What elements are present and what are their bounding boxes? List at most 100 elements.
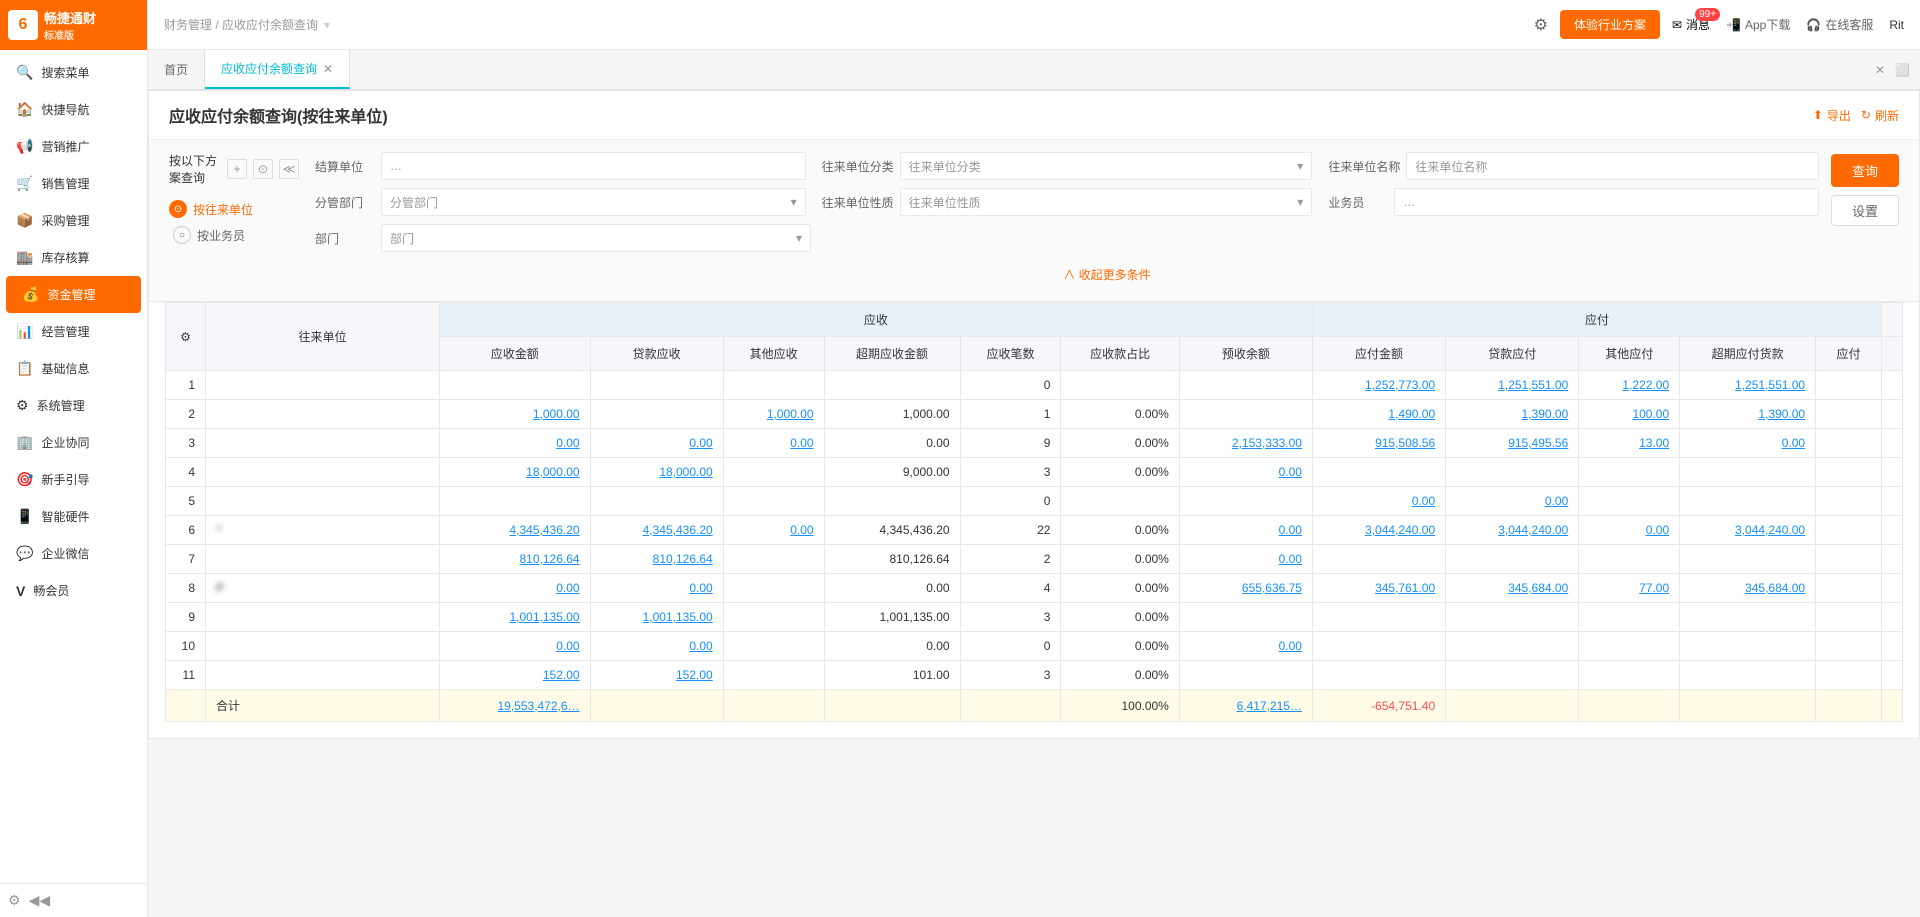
select-partner-nature[interactable]: 往来单位性质 ▾ <box>900 188 1313 216</box>
td-ar-amount[interactable]: 4,345,436.20 <box>439 516 590 545</box>
select-salesman[interactable]: … <box>1394 188 1819 216</box>
online-service-btn[interactable]: 🎧 在线客服 <box>1806 16 1873 33</box>
sidebar-item-marketing[interactable]: 📢 营销推广 <box>0 128 147 165</box>
td-ar-amount[interactable]: 18,000.00 <box>439 458 590 487</box>
td-ap-other[interactable]: 13.00 <box>1579 429 1680 458</box>
td-ap-overdue[interactable]: 1,390.00 <box>1680 400 1816 429</box>
td-ar-amount[interactable] <box>439 487 590 516</box>
td-ap-amount[interactable] <box>1312 603 1445 632</box>
view-method-by-partner[interactable]: ⊙ 按往来单位 <box>169 196 299 222</box>
td-ap-other[interactable]: 1,222.00 <box>1579 371 1680 400</box>
th-settings[interactable]: ⚙ <box>166 303 206 371</box>
td-ap-loan[interactable]: 915,495.56 <box>1446 429 1579 458</box>
td-ar-loan[interactable]: 0.00 <box>590 632 723 661</box>
td-ar-loan[interactable]: 0.00 <box>590 574 723 603</box>
td-ap-other[interactable] <box>1579 487 1680 516</box>
td-ar-loan[interactable] <box>590 400 723 429</box>
td-ar-prepaid[interactable] <box>1179 603 1312 632</box>
td-ar-other[interactable] <box>723 574 824 603</box>
td-ar-other[interactable]: 0.00 <box>723 429 824 458</box>
tab-ar-ap[interactable]: 应收应付余额查询 ✕ <box>205 50 350 89</box>
td-ar-prepaid[interactable]: 2,153,333.00 <box>1179 429 1312 458</box>
sidebar-item-sales[interactable]: 🛒 销售管理 <box>0 165 147 202</box>
td-ar-other[interactable] <box>723 632 824 661</box>
td-ar-prepaid[interactable] <box>1179 371 1312 400</box>
td-ap-other[interactable] <box>1579 545 1680 574</box>
td-ar-loan[interactable]: 152.00 <box>590 661 723 690</box>
td-ap-other[interactable]: 77.00 <box>1579 574 1680 603</box>
td-ap-amount[interactable] <box>1312 458 1445 487</box>
tab-close-icon[interactable]: ✕ <box>323 62 333 76</box>
sidebar-item-inventory[interactable]: 🏬 库存核算 <box>0 239 147 276</box>
td-ap-overdue[interactable]: 3,044,240.00 <box>1680 516 1816 545</box>
td-ap-amount[interactable]: 1,490.00 <box>1312 400 1445 429</box>
td-ar-prepaid[interactable] <box>1179 487 1312 516</box>
select-partner-category[interactable]: 往来单位分类 ▾ <box>900 152 1313 180</box>
td-ar-other[interactable] <box>723 458 824 487</box>
td-ar-prepaid[interactable]: 0.00 <box>1179 632 1312 661</box>
td-ap-overdue[interactable]: 0.00 <box>1680 429 1816 458</box>
td-ar-other[interactable] <box>723 661 824 690</box>
td-ap-loan[interactable] <box>1446 458 1579 487</box>
td-ar-loan[interactable]: 810,126.64 <box>590 545 723 574</box>
sidebar-item-hardware[interactable]: 📱 智能硬件 <box>0 498 147 535</box>
td-ar-amount[interactable] <box>439 371 590 400</box>
view-method-by-staff[interactable]: ○ 按业务员 <box>173 222 299 248</box>
td-ar-amount[interactable]: 810,126.64 <box>439 545 590 574</box>
message-btn[interactable]: ✉ 消息 99+ <box>1672 16 1710 33</box>
td-ar-prepaid[interactable] <box>1179 400 1312 429</box>
add-filter-btn[interactable]: + <box>227 159 247 179</box>
td-ap-amount[interactable] <box>1312 661 1445 690</box>
select-dept[interactable]: 分管部门 ▾ <box>381 188 806 216</box>
td-ap-overdue[interactable] <box>1680 545 1816 574</box>
td-ap-amount[interactable]: 915,508.56 <box>1312 429 1445 458</box>
td-ap-overdue[interactable] <box>1680 487 1816 516</box>
td-ar-other[interactable]: 1,000.00 <box>723 400 824 429</box>
td-ap-overdue[interactable] <box>1680 458 1816 487</box>
collapse-more-btn[interactable]: ∧ 收起更多条件 <box>315 260 1899 289</box>
tab-home[interactable]: 首页 <box>148 50 205 89</box>
collapse-sidebar-btn[interactable]: ◀◀ <box>29 892 51 909</box>
td-ap-loan[interactable] <box>1446 603 1579 632</box>
td-ar-prepaid[interactable]: 0.00 <box>1179 458 1312 487</box>
td-ap-loan[interactable]: 0.00 <box>1446 487 1579 516</box>
td-ap-overdue[interactable] <box>1680 603 1816 632</box>
td-ap-amount[interactable]: 0.00 <box>1312 487 1445 516</box>
query-btn[interactable]: 查询 <box>1831 154 1899 187</box>
td-ar-loan[interactable]: 4,345,436.20 <box>590 516 723 545</box>
td-ap-overdue[interactable]: 345,684.00 <box>1680 574 1816 603</box>
td-ap-overdue[interactable] <box>1680 632 1816 661</box>
sidebar-item-guide[interactable]: 🎯 新手引导 <box>0 461 147 498</box>
sidebar-item-enterprise[interactable]: 🏢 企业协同 <box>0 424 147 461</box>
topbar-gear-icon[interactable]: ⚙ <box>1534 15 1548 35</box>
td-ap-other[interactable] <box>1579 603 1680 632</box>
td-ar-amount[interactable]: 1,000.00 <box>439 400 590 429</box>
sidebar-item-basic[interactable]: 📋 基础信息 <box>0 350 147 387</box>
td-ar-prepaid[interactable]: 0.00 <box>1179 545 1312 574</box>
filter-settings-btn[interactable]: ⊙ <box>253 159 273 179</box>
total-ar-amount[interactable]: 19,553,472,6… <box>439 690 590 722</box>
td-ap-other[interactable] <box>1579 661 1680 690</box>
setting-btn[interactable]: 设置 <box>1831 195 1899 226</box>
td-ap-overdue[interactable]: 1,251,551.00 <box>1680 371 1816 400</box>
close-window-icon[interactable]: ✕ <box>1875 63 1885 77</box>
user-account[interactable]: Rit <box>1889 18 1904 32</box>
refresh-btn[interactable]: ↻ 刷新 <box>1861 107 1899 124</box>
sidebar-item-system[interactable]: ⚙ 系统管理 <box>0 387 147 424</box>
td-ar-other[interactable]: 0.00 <box>723 516 824 545</box>
td-ap-loan[interactable]: 345,684.00 <box>1446 574 1579 603</box>
td-ar-loan[interactable] <box>590 487 723 516</box>
td-ar-amount[interactable]: 0.00 <box>439 429 590 458</box>
td-ap-loan[interactable] <box>1446 632 1579 661</box>
td-ar-amount[interactable]: 1,001,135.00 <box>439 603 590 632</box>
td-ar-loan[interactable] <box>590 371 723 400</box>
td-ar-amount[interactable]: 152.00 <box>439 661 590 690</box>
td-ar-amount[interactable]: 0.00 <box>439 632 590 661</box>
select-jsdw[interactable]: … <box>381 152 806 180</box>
td-ar-other[interactable] <box>723 487 824 516</box>
td-ar-loan[interactable]: 1,001,135.00 <box>590 603 723 632</box>
maximize-icon[interactable]: ⬜ <box>1895 63 1910 77</box>
sidebar-item-member[interactable]: V 畅会员 <box>0 572 147 609</box>
sidebar-item-search[interactable]: 🔍 搜索菜单 <box>0 54 147 91</box>
sidebar-item-quick-nav[interactable]: 🏠 快捷导航 <box>0 91 147 128</box>
